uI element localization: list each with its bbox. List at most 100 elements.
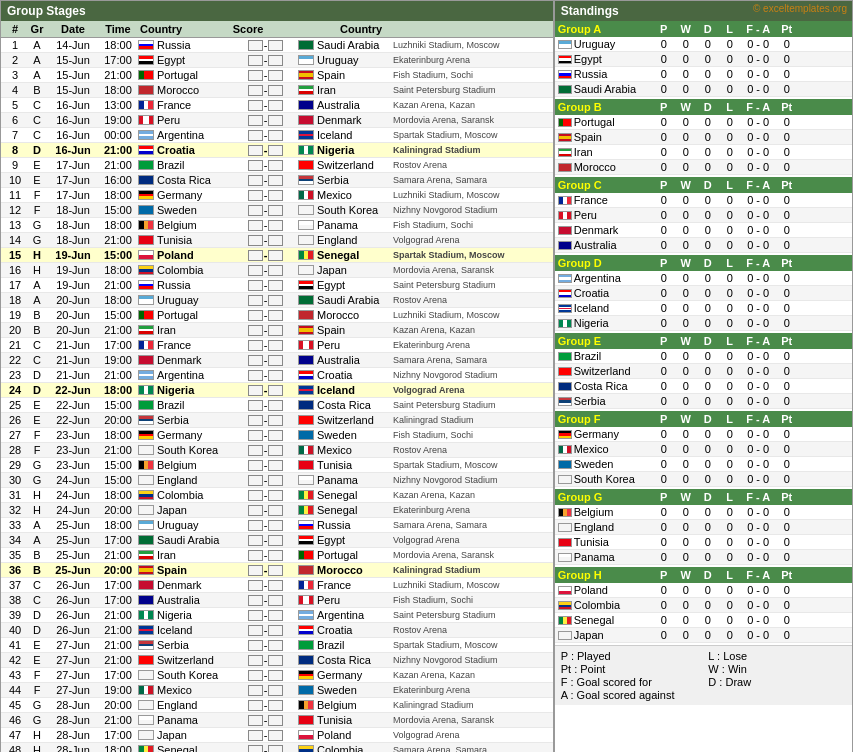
match-country2: Costa Rica: [298, 654, 393, 666]
standing-row: Switzerland 0 0 0 0 0 - 0 0: [555, 364, 852, 379]
match-row: 16 H 19-Jun 18:00 Colombia - Japan Mordo…: [1, 263, 553, 278]
group-name: Group C: [558, 179, 653, 191]
stat-pt: 0: [776, 209, 798, 221]
match-group: D: [26, 144, 48, 156]
group-name: Group E: [558, 335, 653, 347]
standing-row: Panama 0 0 0 0 0 - 0 0: [555, 550, 852, 565]
match-row: 6 C 16-Jun 19:00 Peru - Denmark Mordovia…: [1, 113, 553, 128]
gh-l: L: [719, 491, 741, 503]
match-score: -: [233, 204, 298, 216]
stat-d: 0: [697, 287, 719, 299]
stat-d: 0: [697, 395, 719, 407]
stat-pt: 0: [776, 287, 798, 299]
match-row: 14 G 18-Jun 21:00 Tunisia - England Volg…: [1, 233, 553, 248]
stat-fa: 0 - 0: [741, 506, 776, 518]
group-header: Group A P W D L F - A Pt: [555, 21, 852, 37]
match-group: C: [26, 594, 48, 606]
stat-p: 0: [653, 506, 675, 518]
stat-fa: 0 - 0: [741, 365, 776, 377]
legend-item: P : Played: [561, 650, 699, 662]
team-name: Denmark: [574, 224, 619, 236]
match-date: 25-Jun: [48, 534, 98, 546]
match-venue: Volgograd Arena: [393, 730, 550, 740]
stat-l: 0: [719, 116, 741, 128]
stat-p: 0: [653, 53, 675, 65]
match-group: B: [26, 84, 48, 96]
match-num: 9: [4, 159, 26, 171]
match-date: 25-Jun: [48, 564, 98, 576]
standings-group: Group H P W D L F - A Pt Poland 0 0 0 0 …: [555, 567, 852, 643]
match-row: 18 A 20-Jun 18:00 Uruguay - Saudi Arabia…: [1, 293, 553, 308]
stat-pt: 0: [776, 53, 798, 65]
standings-group: Group E P W D L F - A Pt Brazil 0 0 0 0 …: [555, 333, 852, 409]
stat-pt: 0: [776, 629, 798, 641]
match-venue: Luzhniki Stadium, Moscow: [393, 190, 550, 200]
match-venue: Samara Arena, Samara: [393, 175, 550, 185]
match-date: 25-Jun: [48, 549, 98, 561]
match-num: 23: [4, 369, 26, 381]
match-country2: Mexico: [298, 444, 393, 456]
standing-team: Egypt: [558, 53, 653, 65]
team-flag-icon: [558, 586, 572, 595]
match-row: 45 G 28-Jun 20:00 England - Belgium Kali…: [1, 698, 553, 713]
standing-row: Senegal 0 0 0 0 0 - 0 0: [555, 613, 852, 628]
match-group: A: [26, 519, 48, 531]
match-country1: South Korea: [138, 444, 233, 456]
match-row: 23 D 21-Jun 21:00 Argentina - Croatia Ni…: [1, 368, 553, 383]
match-venue: Kazan Arena, Kazan: [393, 670, 550, 680]
match-row: 35 B 25-Jun 21:00 Iran - Portugal Mordov…: [1, 548, 553, 563]
standing-team: Panama: [558, 551, 653, 563]
match-score: -: [233, 714, 298, 726]
match-country1: Switzerland: [138, 654, 233, 666]
match-date: 20-Jun: [48, 294, 98, 306]
standings-group: Group G P W D L F - A Pt Belgium 0 0 0 0…: [555, 489, 852, 565]
match-venue: Samara Arena, Samara: [393, 355, 550, 365]
gh-d: D: [697, 257, 719, 269]
match-country2: England: [298, 234, 393, 246]
th-score: Score: [218, 23, 278, 35]
match-country1: Colombia: [138, 264, 233, 276]
match-venue: Kaliningrad Stadium: [393, 700, 550, 710]
match-row: 28 F 23-Jun 21:00 South Korea - Mexico R…: [1, 443, 553, 458]
th-date: Date: [48, 23, 98, 35]
team-name: Iran: [574, 146, 593, 158]
match-time: 19:00: [98, 354, 138, 366]
match-country1: Portugal: [138, 69, 233, 81]
match-num: 27: [4, 429, 26, 441]
match-venue: Luzhniki Stadium, Moscow: [393, 310, 550, 320]
match-venue: Ekaterinburg Arena: [393, 505, 550, 515]
match-venue: Kazan Arena, Kazan: [393, 325, 550, 335]
team-flag-icon: [558, 631, 572, 640]
match-country2: Nigeria: [298, 144, 393, 156]
standing-team: France: [558, 194, 653, 206]
match-date: 18-Jun: [48, 204, 98, 216]
match-time: 18:00: [98, 384, 138, 396]
match-venue: Saint Petersburg Stadium: [393, 280, 550, 290]
match-time: 18:00: [98, 189, 138, 201]
group-header: Group E P W D L F - A Pt: [555, 333, 852, 349]
gh-w: W: [675, 101, 697, 113]
gh-fa: F - A: [741, 257, 776, 269]
stat-pt: 0: [776, 194, 798, 206]
stat-fa: 0 - 0: [741, 350, 776, 362]
match-row: 34 A 25-Jun 17:00 Saudi Arabia - Egypt V…: [1, 533, 553, 548]
th-group: Gr: [26, 23, 48, 35]
match-date: 16-Jun: [48, 99, 98, 111]
standing-team: Argentina: [558, 272, 653, 284]
match-country2: Argentina: [298, 609, 393, 621]
match-date: 26-Jun: [48, 624, 98, 636]
match-date: 18-Jun: [48, 219, 98, 231]
stat-d: 0: [697, 131, 719, 143]
match-num: 48: [4, 744, 26, 752]
gh-fa: F - A: [741, 491, 776, 503]
gh-p: P: [653, 335, 675, 347]
stat-l: 0: [719, 599, 741, 611]
team-name: Panama: [574, 551, 615, 563]
stat-fa: 0 - 0: [741, 614, 776, 626]
match-score: -: [233, 144, 298, 156]
stat-w: 0: [675, 473, 697, 485]
team-flag-icon: [558, 274, 572, 283]
gh-p: P: [653, 101, 675, 113]
stat-pt: 0: [776, 83, 798, 95]
standing-team: Senegal: [558, 614, 653, 626]
